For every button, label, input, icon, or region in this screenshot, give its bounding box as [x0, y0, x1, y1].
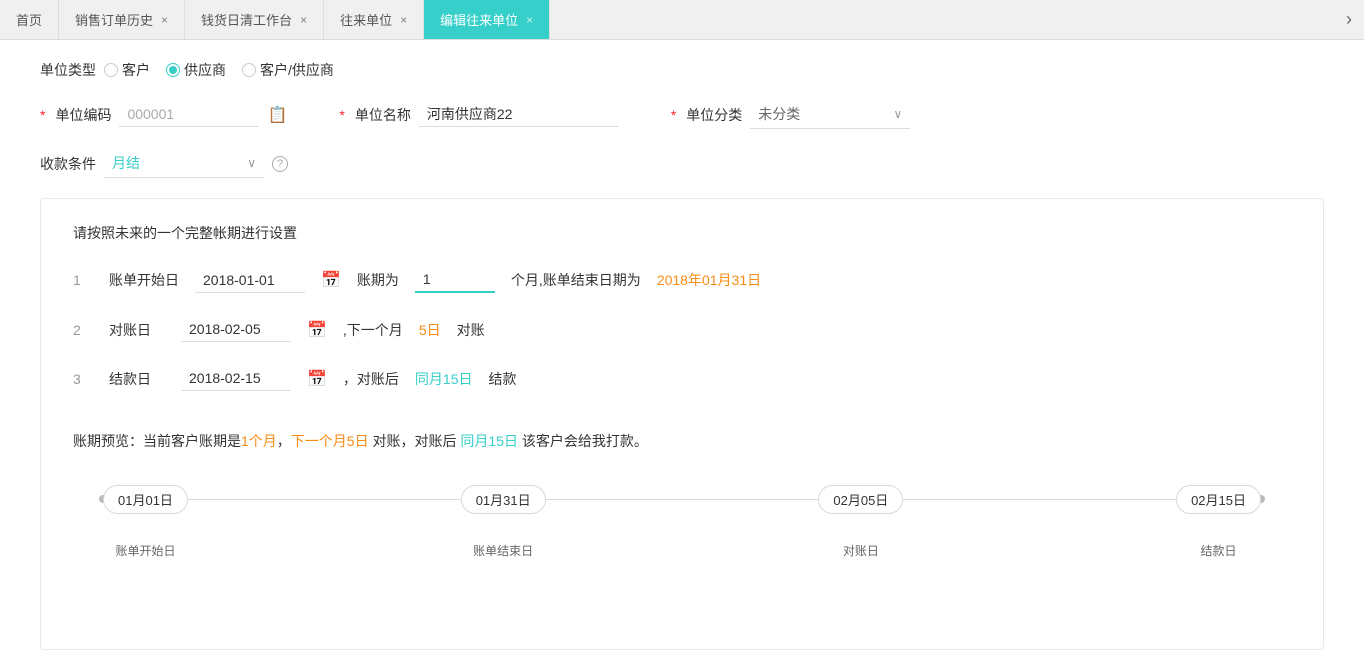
payment-date-input[interactable] — [181, 366, 291, 391]
timeline-point-1: 01月01日 账单开始日 — [103, 485, 188, 559]
unit-code-input[interactable] — [119, 102, 259, 127]
reconcile-day: 5日 — [419, 320, 441, 340]
unit-code-label: 单位编码 — [55, 105, 111, 125]
card-title: 请按照未来的一个完整帐期进行设置 — [73, 223, 1291, 243]
timeline-point-3: 02月05日 对账日 — [818, 485, 903, 559]
payment-terms-group: 收款条件 月结 ∨ ? — [40, 149, 288, 178]
preview-after: 该客户会给我打款。 — [518, 433, 648, 449]
reconcile-date-calendar-icon[interactable]: 📅 — [307, 320, 327, 340]
timeline-bubble-2: 01月31日 — [461, 485, 546, 514]
payment-day: 同月15日 — [415, 369, 473, 389]
payment-terms-chevron-icon: ∨ — [247, 156, 256, 170]
timeline-bubble-1: 01月01日 — [103, 485, 188, 514]
start-date-calendar-icon[interactable]: 📅 — [321, 270, 341, 290]
preview-label: 账期预览：当前客户账期是 — [73, 433, 241, 449]
timeline-label-3: 对账日 — [843, 542, 879, 559]
timeline-point-4: 02月15日 结款日 — [1176, 485, 1261, 559]
main-content: 单位类型 客户 供应商 客户/供应商 * 单位编码 — [0, 40, 1364, 670]
setting-row-1: 1 账单开始日 📅 账期为 个月,账单结束日期为 2018年01月31日 — [73, 267, 1291, 293]
timeline-container: 01月01日 账单开始日 01月31日 账单结束日 02月05日 对账日 02月… — [73, 475, 1291, 609]
timeline-label-1: 账单开始日 — [115, 542, 175, 559]
radio-supplier-circle — [166, 63, 180, 77]
preview-mid2: 对账，对账后 — [369, 433, 461, 449]
unit-category-select[interactable]: 未分类 ∨ — [750, 100, 910, 129]
radio-both-label: 客户/供应商 — [260, 60, 334, 80]
period-suffix: 个月,账单结束日期为 — [511, 270, 641, 290]
unit-type-row: 单位类型 客户 供应商 客户/供应商 — [40, 60, 1324, 80]
payment-date-calendar-icon[interactable]: 📅 — [307, 369, 327, 389]
payment-terms-select[interactable]: 月结 ∨ — [104, 149, 264, 178]
unit-type-label: 单位类型 — [40, 60, 96, 80]
payment-suffix-2: 结款 — [489, 369, 517, 389]
unit-category-chevron-icon: ∨ — [893, 107, 902, 121]
row-label-3: 结款日 — [109, 369, 165, 389]
radio-customer-label: 客户 — [122, 60, 150, 80]
settings-card: 请按照未来的一个完整帐期进行设置 1 账单开始日 📅 账期为 个月,账单结束日期… — [40, 198, 1324, 650]
tab-more-button[interactable]: › — [1334, 0, 1364, 39]
reconcile-date-input[interactable] — [181, 317, 291, 342]
preview-text: 账期预览：当前客户账期是1个月，下一个月5日 对账，对账后 同月15日 该客户会… — [73, 431, 1291, 451]
unit-name-label: 单位名称 — [355, 105, 411, 125]
unit-category-group: * 单位分类 未分类 ∨ — [671, 100, 910, 129]
preview-mid1: ， — [277, 433, 291, 449]
period-label: 账期为 — [357, 270, 399, 290]
preview-reconcile: 下一个月5日 — [291, 433, 369, 449]
preview-payment: 同月15日 — [460, 433, 518, 449]
timeline-points: 01月01日 账单开始日 01月31日 账单结束日 02月05日 对账日 02月… — [103, 485, 1261, 559]
timeline-bubble-3: 02月05日 — [818, 485, 903, 514]
tab-edit-partner-close[interactable]: × — [526, 13, 533, 27]
unit-category-label: 单位分类 — [686, 105, 742, 125]
payment-terms-row: 收款条件 月结 ∨ ? — [40, 149, 1324, 178]
unit-code-required: * — [40, 107, 45, 123]
preview-period: 1个月 — [241, 433, 277, 449]
unit-name-required: * — [339, 107, 344, 123]
tab-partners[interactable]: 往来单位 × — [324, 0, 424, 39]
tab-partners-close[interactable]: × — [400, 13, 407, 27]
unit-code-calendar-icon[interactable]: 📋 — [267, 105, 287, 125]
reconcile-suffix-1: ,下一个月 — [343, 320, 403, 340]
payment-terms-label: 收款条件 — [40, 154, 96, 174]
preview-section: 账期预览：当前客户账期是1个月，下一个月5日 对账，对账后 同月15日 该客户会… — [73, 415, 1291, 625]
radio-both[interactable]: 客户/供应商 — [242, 60, 334, 80]
radio-supplier[interactable]: 供应商 — [166, 60, 226, 80]
help-icon[interactable]: ? — [272, 156, 288, 172]
reconcile-suffix-2: 对账 — [457, 320, 485, 340]
tab-home[interactable]: 首页 — [0, 0, 59, 39]
timeline-label-2: 账单结束日 — [473, 542, 533, 559]
setting-row-2: 2 对账日 📅 ,下一个月 5日 对账 — [73, 317, 1291, 342]
tab-edit-partner[interactable]: 编辑往来单位 × — [424, 0, 550, 39]
radio-customer-circle — [104, 63, 118, 77]
timeline-point-2: 01月31日 账单结束日 — [461, 485, 546, 559]
tab-cash-work[interactable]: 钱货日清工作台 × — [185, 0, 324, 39]
start-date-input[interactable] — [195, 268, 305, 293]
row-num-2: 2 — [73, 322, 93, 338]
radio-supplier-label: 供应商 — [184, 60, 226, 80]
payment-terms-value: 月结 — [112, 153, 243, 173]
setting-row-3: 3 结款日 📅 ，对账后 同月15日 结款 — [73, 366, 1291, 391]
tab-cash-work-close[interactable]: × — [300, 13, 307, 27]
radio-group: 客户 供应商 客户/供应商 — [104, 60, 334, 80]
radio-both-circle — [242, 63, 256, 77]
timeline-label-4: 结款日 — [1201, 542, 1237, 559]
unit-name-group: * 单位名称 — [339, 102, 618, 127]
row-label-1: 账单开始日 — [109, 270, 179, 290]
unit-name-input[interactable] — [419, 102, 619, 127]
tab-sales-history-close[interactable]: × — [161, 13, 168, 27]
unit-category-required: * — [671, 107, 676, 123]
tab-sales-history[interactable]: 销售订单历史 × — [59, 0, 185, 39]
period-input[interactable] — [415, 267, 495, 293]
end-date-value: 2018年01月31日 — [657, 270, 761, 290]
tab-bar: 首页 销售订单历史 × 钱货日清工作台 × 往来单位 × 编辑往来单位 × › — [0, 0, 1364, 40]
unit-code-group: * 单位编码 📋 — [40, 102, 287, 127]
payment-suffix-1: ，对账后 — [343, 369, 399, 389]
row-num-1: 1 — [73, 272, 93, 288]
unit-category-value: 未分类 — [758, 104, 889, 124]
unit-details-row: * 单位编码 📋 * 单位名称 * 单位分类 未分类 ∨ — [40, 100, 1324, 129]
unit-type-group: 单位类型 客户 供应商 客户/供应商 — [40, 60, 334, 80]
row-label-2: 对账日 — [109, 320, 165, 340]
timeline-bubble-4: 02月15日 — [1176, 485, 1261, 514]
row-num-3: 3 — [73, 371, 93, 387]
radio-customer[interactable]: 客户 — [104, 60, 150, 80]
